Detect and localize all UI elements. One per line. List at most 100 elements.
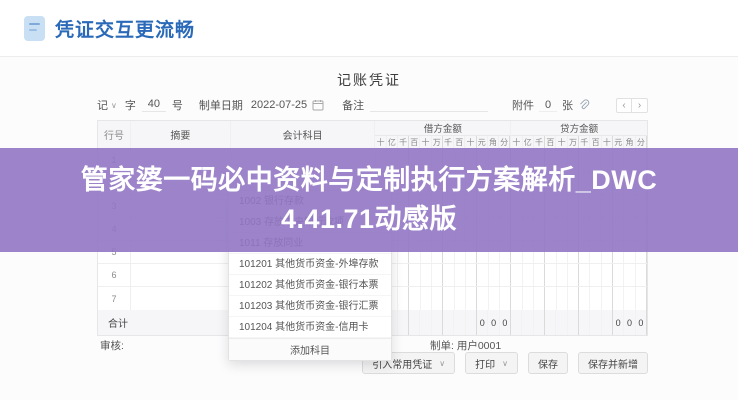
calendar-icon[interactable] (312, 99, 324, 111)
amount-cell[interactable] (409, 264, 421, 286)
amount-cell (409, 310, 421, 335)
voucher-pager: ‹ › (616, 97, 648, 113)
promo-overlay-line2: 4.41.71动感版 (280, 204, 458, 234)
amount-cell[interactable] (443, 264, 455, 286)
voucher-number-input[interactable]: 40 (141, 98, 166, 112)
amount-cell[interactable] (409, 287, 421, 310)
amount-cell[interactable] (398, 264, 410, 286)
amount-cell[interactable] (466, 264, 478, 286)
digit-header-cell: 万 (568, 136, 580, 148)
amount-cell[interactable] (432, 287, 444, 310)
subject-option[interactable]: 101204 其他货币资金-信用卡 (229, 317, 391, 338)
digit-header-cell: 百 (454, 136, 466, 148)
action-button-label: 打印 (475, 359, 496, 371)
action-button-label: 保存 (538, 359, 558, 371)
amount-cell[interactable] (545, 287, 557, 310)
amount-cell[interactable] (602, 264, 614, 286)
paperclip-icon[interactable] (578, 99, 590, 111)
digit-header-cell: 百 (590, 136, 602, 148)
amount-cell (443, 310, 455, 335)
next-voucher-button[interactable]: › (632, 97, 648, 113)
row-number: 7 (98, 287, 131, 310)
amount-cell[interactable] (602, 287, 614, 310)
subject-option[interactable]: 101203 其他货币资金-银行汇票 (229, 296, 391, 317)
amount-cell[interactable] (455, 264, 467, 286)
promo-overlay-line1: 管家婆一码必中资料与定制执行方案解析_DWC (80, 164, 658, 195)
col-header-credit-group: 贷方金额 十亿千百十万千百十元角分 (511, 121, 647, 148)
amount-cell[interactable] (624, 287, 636, 310)
col-header-row-no: 行号 (98, 121, 131, 148)
digit-header-cell: 千 (534, 136, 546, 148)
amount-cell (466, 310, 478, 335)
amount-cell[interactable] (466, 287, 478, 310)
amount-cell: 0 (636, 310, 647, 335)
digit-header-cell: 千 (398, 136, 410, 148)
amount-cell[interactable] (545, 264, 557, 286)
digit-header-cell: 十 (420, 136, 432, 148)
digit-header-cell: 元 (613, 136, 625, 148)
amount-cell[interactable] (477, 264, 489, 286)
amount-cell[interactable] (489, 264, 500, 286)
amount-cell[interactable] (443, 287, 455, 310)
digit-header-cell: 亿 (523, 136, 534, 148)
page: 凭证交互更流畅 记账凭证 记 ∨ 字 40 号 制单日期 2022-07-25 … (0, 0, 738, 400)
amount-cell[interactable] (636, 287, 648, 310)
amount-cell[interactable] (511, 264, 523, 286)
amount-cell: 0 (488, 310, 500, 335)
word-suffix-label: 字 (124, 100, 136, 112)
amount-cell[interactable] (523, 264, 534, 286)
subject-option[interactable]: 101202 其他货币资金-银行本票 (229, 275, 391, 296)
amount-cell (579, 310, 591, 335)
attachment-area: 附件 0 张 (512, 97, 590, 113)
amount-cell[interactable] (568, 287, 580, 310)
maker-value: 用户0001 (456, 340, 502, 352)
amount-cell[interactable] (590, 264, 602, 286)
amount-cell[interactable] (557, 287, 568, 310)
amount-cell[interactable] (489, 287, 500, 310)
amount-cell[interactable] (500, 287, 512, 310)
amount-cell[interactable] (432, 264, 444, 286)
amount-cell[interactable] (500, 264, 512, 286)
table-header-row: 行号 摘要 会计科目 借方金额 十亿千百十万千百十元角分 贷方金额 十亿千百十万… (98, 121, 647, 149)
amount-cell[interactable] (636, 264, 648, 286)
amount-cell[interactable] (557, 264, 568, 286)
action-button-打印[interactable]: 打印 ∨ (465, 352, 518, 374)
digit-header-cell: 十 (375, 136, 387, 148)
voucher-date-input[interactable]: 2022-07-25 (251, 99, 307, 111)
attachment-label: 附件 (512, 100, 534, 112)
summary-cell[interactable] (131, 264, 231, 286)
amount-cell[interactable] (455, 287, 467, 310)
col-header-credit: 贷方金额 (511, 121, 647, 136)
review-label: 审核: (100, 340, 124, 352)
amount-cell[interactable] (534, 264, 546, 286)
voucher-word-select[interactable]: 记 ∨ (97, 97, 117, 113)
amount-cell[interactable] (613, 287, 625, 310)
digit-header-cell: 千 (579, 136, 591, 148)
digit-header-cell: 元 (477, 136, 488, 148)
add-subject-button[interactable]: 添加科目 (229, 338, 391, 360)
amount-cell[interactable] (421, 287, 433, 310)
subject-option[interactable]: 101201 其他货币资金-外埠存款 (229, 254, 391, 275)
number-suffix-label: 号 (171, 100, 183, 112)
amount-cell[interactable] (477, 287, 489, 310)
prev-voucher-button[interactable]: ‹ (616, 97, 632, 113)
amount-cell (420, 310, 432, 335)
remark-input[interactable] (370, 99, 489, 112)
amount-cell[interactable] (511, 287, 523, 310)
amount-cell[interactable] (421, 264, 433, 286)
amount-cell (534, 310, 546, 335)
summary-cell[interactable] (131, 287, 231, 310)
amount-cell[interactable] (534, 287, 546, 310)
amount-cell[interactable] (590, 287, 602, 310)
chevron-down-icon: ∨ (439, 358, 446, 368)
amount-cell[interactable] (568, 264, 580, 286)
action-button-保存[interactable]: 保存 (528, 352, 568, 374)
amount-cell[interactable] (523, 287, 534, 310)
amount-cell[interactable] (613, 264, 625, 286)
amount-cell[interactable] (624, 264, 636, 286)
action-button-保存并新增[interactable]: 保存并新增 (578, 352, 648, 374)
amount-cell[interactable] (579, 264, 591, 286)
amount-cell[interactable] (579, 287, 591, 310)
digit-header-cell: 角 (624, 136, 636, 148)
amount-cell[interactable] (398, 287, 410, 310)
